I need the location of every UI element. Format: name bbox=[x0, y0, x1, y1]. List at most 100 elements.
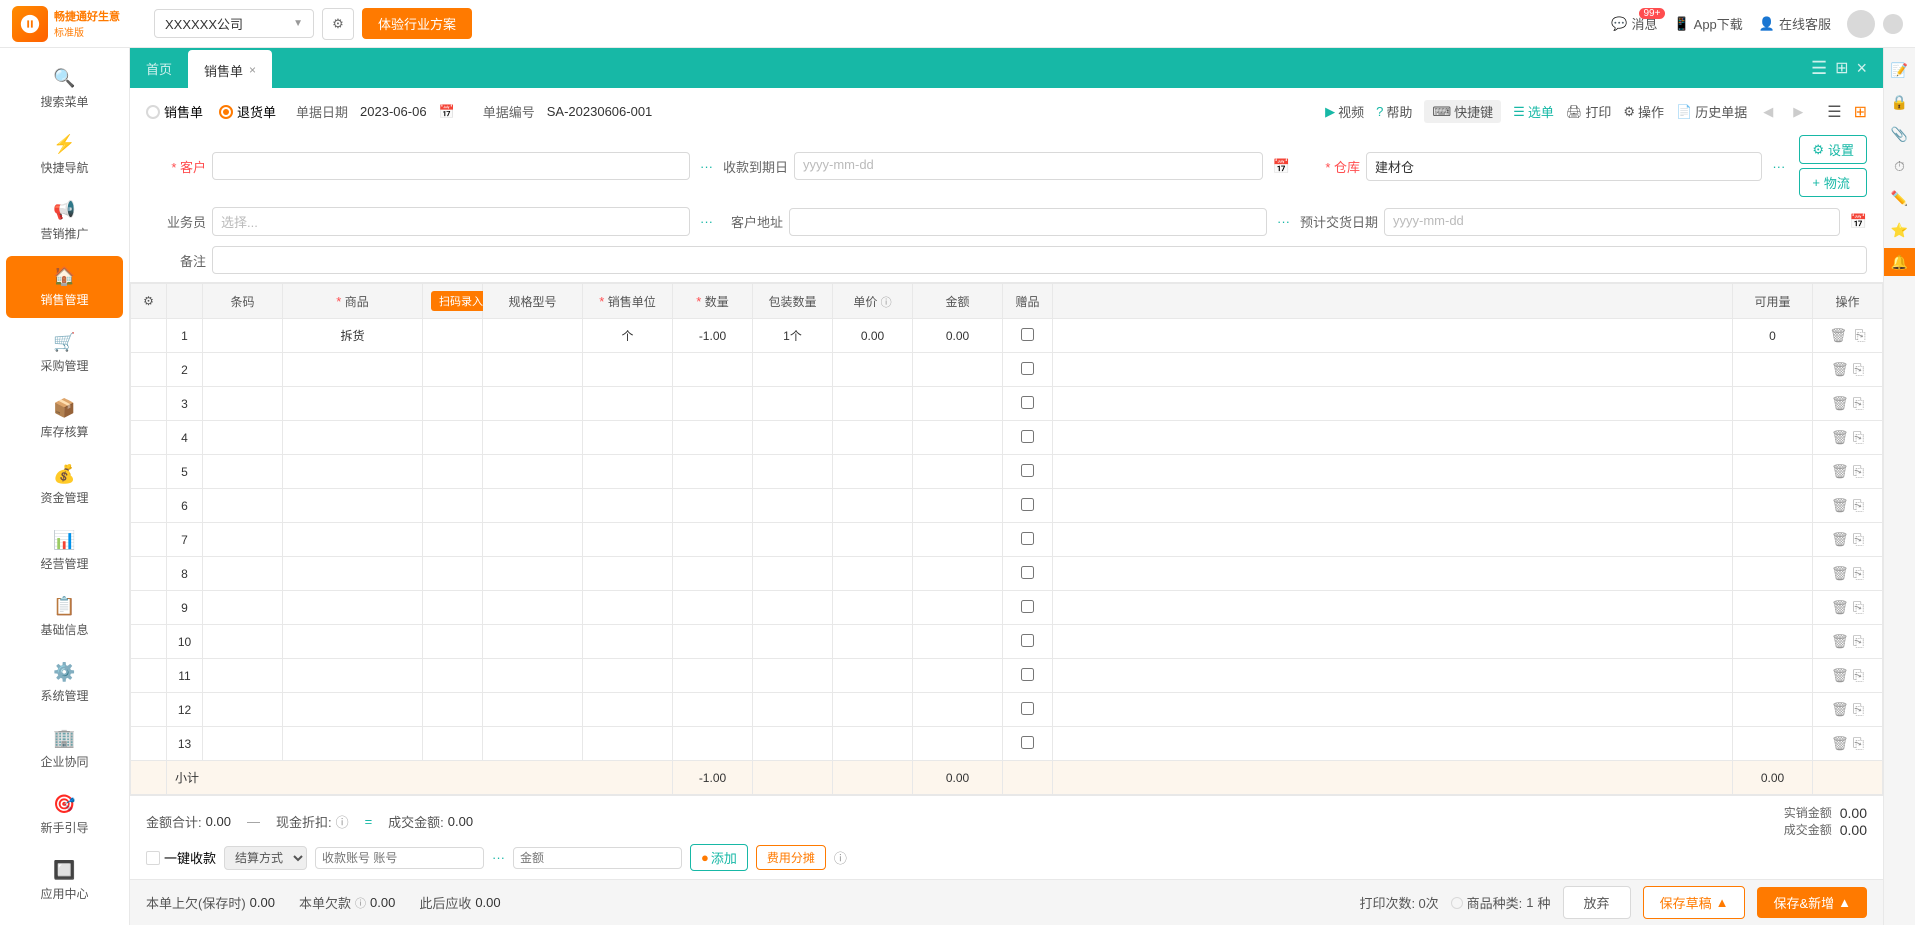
receivable-status: 此后应收 0.00 bbox=[419, 893, 500, 912]
sidebar-item-quick[interactable]: ⚡ 快捷导航 bbox=[6, 124, 123, 186]
divider2: ▶ bbox=[1793, 104, 1803, 120]
sidebar-item-basic[interactable]: 📋 基础信息 bbox=[6, 586, 123, 648]
warehouse-dots[interactable]: ··· bbox=[1772, 159, 1785, 174]
rp-star-btn[interactable]: ⭐ bbox=[1886, 216, 1914, 244]
price-info-icon[interactable]: ⓘ bbox=[881, 297, 892, 309]
salesman-dots[interactable]: ··· bbox=[700, 214, 713, 229]
salesman-input[interactable]: 选择... bbox=[212, 207, 690, 236]
sidebar-item-sales[interactable]: 🏠 销售管理 bbox=[6, 256, 123, 318]
add-payment-btn[interactable]: ● 添加 bbox=[690, 844, 748, 871]
sidebar-item-finance[interactable]: 💰 资金管理 bbox=[6, 454, 123, 516]
avatar[interactable] bbox=[1847, 10, 1875, 38]
tab-home[interactable]: 首页 bbox=[130, 48, 188, 88]
td-spec-1[interactable] bbox=[483, 319, 583, 353]
tab-sale-order-label: 销售单 bbox=[204, 61, 243, 80]
sidebar-item-corp[interactable]: 🏢 企业协同 bbox=[6, 718, 123, 780]
sidebar-item-business[interactable]: 📊 经营管理 bbox=[6, 520, 123, 582]
video-btn[interactable]: ▶ 视频 bbox=[1325, 102, 1364, 121]
radio-return[interactable]: 退货单 bbox=[219, 102, 276, 121]
warehouse-input[interactable]: 建材仓 bbox=[1366, 152, 1762, 181]
sidebar-item-inventory[interactable]: 📦 库存核算 bbox=[6, 388, 123, 450]
radio-sale[interactable]: 销售单 bbox=[146, 102, 203, 121]
calendar-expected-icon[interactable]: 📅 bbox=[1850, 213, 1867, 230]
account-input[interactable] bbox=[315, 847, 484, 869]
flow-btn[interactable]: + 物流 bbox=[1799, 168, 1867, 197]
message-button[interactable]: 💬 消息 99+ bbox=[1611, 14, 1657, 33]
chevron-up-icon: ▲ bbox=[1716, 895, 1729, 910]
print-btn[interactable]: 🖨 打印 bbox=[1566, 102, 1612, 121]
td-price-1[interactable]: 0.00 bbox=[833, 319, 913, 353]
fee-split-btn[interactable]: 费用分摊 bbox=[756, 845, 826, 870]
customer-dots[interactable]: ··· bbox=[700, 159, 713, 174]
td-config-1[interactable] bbox=[131, 319, 167, 353]
sidebar-item-purchase[interactable]: 🛒 采购管理 bbox=[6, 322, 123, 384]
sidebar-item-app[interactable]: 🔲 应用中心 bbox=[6, 850, 123, 912]
goods-type[interactable]: 商品种类: 1 种 bbox=[1451, 893, 1551, 912]
operate-btn[interactable]: ⚙ 操作 bbox=[1623, 102, 1664, 121]
receipt-date-input[interactable]: yyyy-mm-dd bbox=[794, 152, 1263, 180]
doc-settings-btn[interactable]: ⚙ 设置 bbox=[1799, 135, 1867, 164]
th-config[interactable]: ⚙ bbox=[131, 284, 167, 319]
one-click-pay-checkbox[interactable]: 一键收款 bbox=[146, 848, 216, 867]
fee-info-icon[interactable]: ⓘ bbox=[834, 848, 847, 867]
gift-checkbox-1[interactable] bbox=[1021, 328, 1034, 341]
copy-row-1[interactable]: ⎘ bbox=[1854, 327, 1865, 343]
try-button[interactable]: 体验行业方案 bbox=[362, 8, 472, 39]
amount-input[interactable] bbox=[513, 847, 682, 869]
debt-info-icon[interactable]: ⓘ bbox=[355, 895, 366, 911]
avatar-secondary[interactable] bbox=[1883, 14, 1903, 34]
sidebar-item-marketing[interactable]: 📢 营销推广 bbox=[6, 190, 123, 252]
rp-clock-btn[interactable]: ⏱ bbox=[1886, 152, 1914, 180]
td-pack-1[interactable]: 1个 bbox=[753, 319, 833, 353]
view-grid-icon[interactable]: ⊞ bbox=[1854, 102, 1867, 122]
rp-edit-btn[interactable]: ✏️ bbox=[1886, 184, 1914, 212]
expected-date-input[interactable]: yyyy-mm-dd bbox=[1384, 208, 1840, 236]
list-view-icon[interactable]: ☰ bbox=[1811, 58, 1827, 79]
calendar-receipt-icon[interactable]: 📅 bbox=[1273, 158, 1290, 175]
td-qty-1[interactable]: -1.00 bbox=[673, 319, 753, 353]
td-c-2[interactable] bbox=[131, 353, 167, 387]
help-btn[interactable]: ? 帮助 bbox=[1376, 102, 1412, 121]
save-new-btn[interactable]: 保存&新增 ▲ bbox=[1757, 887, 1867, 918]
remark-input[interactable] bbox=[212, 246, 1867, 274]
sidebar-item-system[interactable]: ⚙️ 系统管理 bbox=[6, 652, 123, 714]
copy-2[interactable]: ⎘ bbox=[1853, 361, 1864, 377]
td-goods-1[interactable]: 拆货 bbox=[283, 319, 423, 353]
td-gift-1[interactable] bbox=[1003, 319, 1053, 353]
addr-dots[interactable]: ··· bbox=[1277, 214, 1290, 229]
sidebar-item-search[interactable]: 🔍 搜索菜单 bbox=[6, 58, 123, 120]
history-btn[interactable]: 📄 历史单据 bbox=[1676, 102, 1747, 121]
app-download-button[interactable]: 📱 App下载 bbox=[1673, 14, 1742, 33]
discount-info-icon[interactable]: ⓘ bbox=[336, 812, 349, 831]
shortcut-btn[interactable]: ⌨ 快捷键 bbox=[1424, 100, 1501, 123]
tab-close-icon[interactable]: × bbox=[249, 63, 256, 77]
select-btn[interactable]: ☰ 选单 bbox=[1513, 102, 1554, 121]
calc-method-select[interactable]: 结算方式 bbox=[224, 846, 307, 870]
calendar-icon[interactable]: 📅 bbox=[439, 104, 455, 120]
rp-attach-btn[interactable]: 📎 bbox=[1886, 120, 1914, 148]
rp-note-btn[interactable]: 📝 bbox=[1886, 56, 1914, 84]
delete-row-1[interactable]: 🗑 bbox=[1829, 327, 1847, 343]
gift-cb-2[interactable] bbox=[1021, 362, 1034, 375]
save-draft-btn[interactable]: 保存草稿 ▲ bbox=[1643, 886, 1746, 919]
settings-icon[interactable]: ⚙ bbox=[322, 8, 354, 40]
rp-active-btn[interactable]: 🔔 bbox=[1884, 248, 1915, 276]
account-dots[interactable]: ··· bbox=[492, 850, 505, 865]
abandon-btn[interactable]: 放弃 bbox=[1563, 886, 1631, 919]
del-2[interactable]: 🗑 bbox=[1831, 361, 1849, 377]
td-barcode-1[interactable] bbox=[203, 319, 283, 353]
main-layout: 🔍 搜索菜单 ⚡ 快捷导航 📢 营销推广 🏠 销售管理 🛒 采购管理 📦 库存核… bbox=[0, 48, 1915, 925]
close-tab-btn[interactable]: × bbox=[1856, 58, 1867, 79]
company-selector[interactable]: XXXXXX公司 ▼ bbox=[154, 9, 314, 38]
sidebar-item-wechat[interactable]: 💬 企业微信 bbox=[6, 916, 123, 925]
sidebar-item-guide[interactable]: 🎯 新手引导 bbox=[6, 784, 123, 846]
customer-service-button[interactable]: 👤 在线客服 bbox=[1759, 14, 1831, 33]
rp-lock-btn[interactable]: 🔒 bbox=[1886, 88, 1914, 116]
customer-addr-input[interactable] bbox=[789, 208, 1267, 236]
tab-sale-order[interactable]: 销售单 × bbox=[188, 50, 272, 90]
grid-view-icon[interactable]: ⊞ bbox=[1835, 58, 1848, 78]
customer-input[interactable] bbox=[212, 152, 690, 180]
td-unit-1[interactable]: 个 bbox=[583, 319, 673, 353]
td-amount-1[interactable]: 0.00 bbox=[913, 319, 1003, 353]
view-list-icon[interactable]: ☰ bbox=[1827, 102, 1841, 122]
